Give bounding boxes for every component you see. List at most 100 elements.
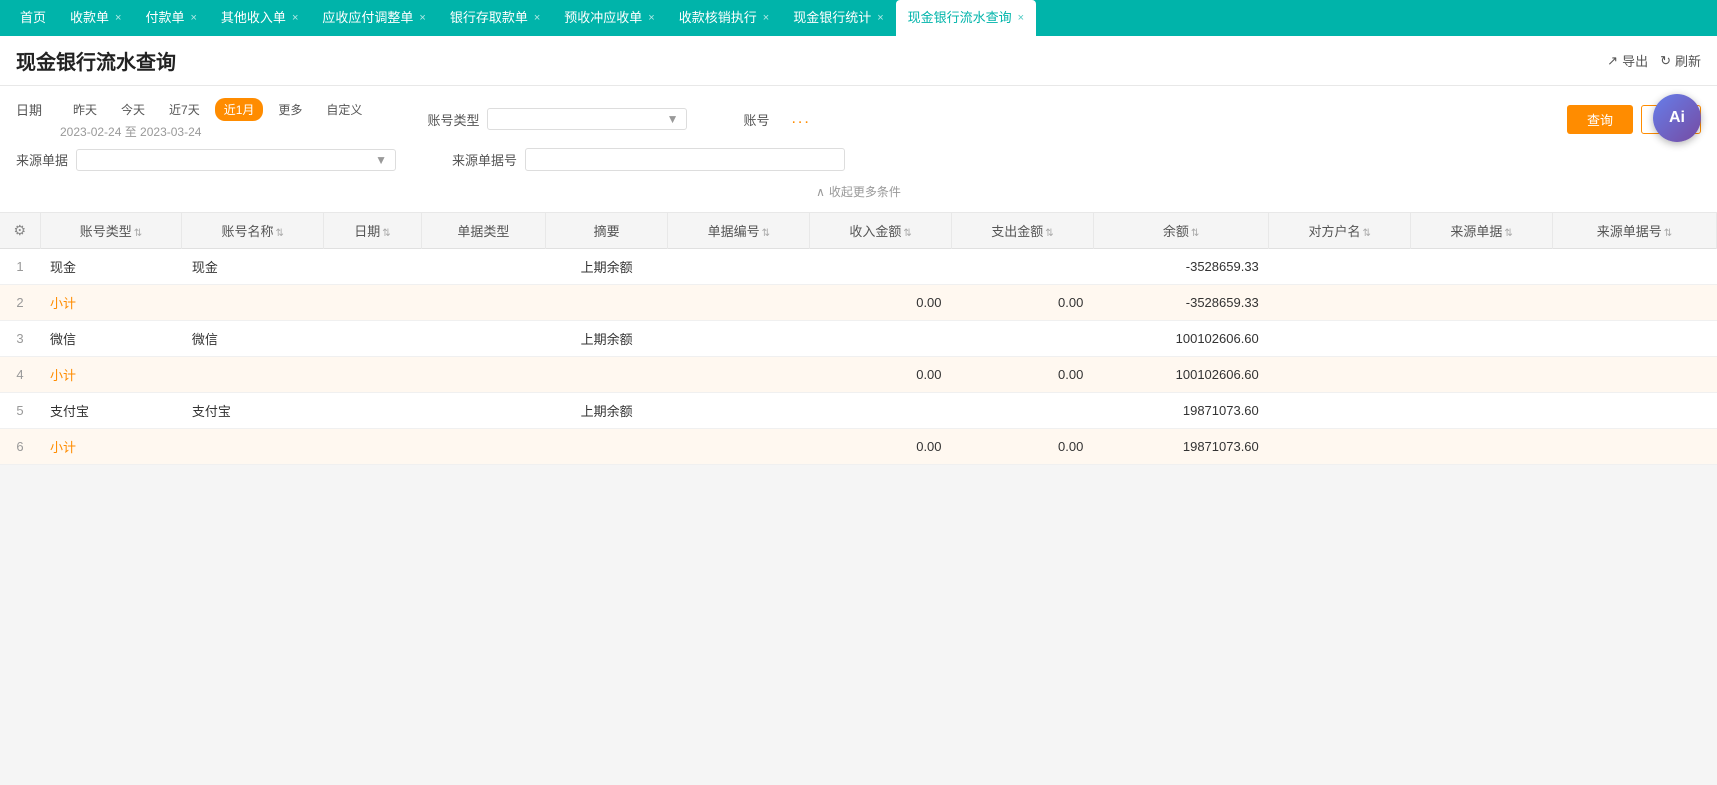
cell-num: 4: [0, 357, 40, 393]
sort-income-icon[interactable]: ⇅: [903, 228, 911, 239]
close-advance-collect-icon[interactable]: ×: [648, 0, 654, 36]
cell-balance: 19871073.60: [1093, 393, 1268, 429]
cell-doc-type: [421, 321, 545, 357]
cell-income: [810, 393, 952, 429]
cell-date: [324, 321, 422, 357]
cell-income: [810, 249, 952, 285]
nav-receipt[interactable]: 收款单 ×: [58, 0, 133, 36]
cell-source-doc-no: [1552, 393, 1716, 429]
nav-other-income[interactable]: 其他收入单 ×: [209, 0, 310, 36]
cell-summary: 上期余额: [545, 249, 667, 285]
ai-assistant-button[interactable]: Ai: [1653, 94, 1701, 142]
sort-doc-no-icon[interactable]: ⇅: [762, 228, 770, 239]
cell-date: [324, 357, 422, 393]
table-row: 2小计0.000.00-3528659.33: [0, 285, 1717, 321]
cell-account-name: 微信: [182, 321, 324, 357]
cell-account-type: 微信: [40, 321, 182, 357]
sort-expense-icon[interactable]: ⇅: [1045, 228, 1053, 239]
cell-balance: 100102606.60: [1093, 321, 1268, 357]
th-source-doc-no: 来源单据号⇅: [1552, 213, 1716, 249]
cell-source-doc: [1411, 321, 1553, 357]
cell-expense: [952, 321, 1094, 357]
th-income: 收入金额⇅: [810, 213, 952, 249]
cell-counterparty: [1269, 249, 1411, 285]
header-actions: ↗ 导出 ↻ 刷新: [1607, 51, 1701, 70]
cell-source-doc-no: [1552, 249, 1716, 285]
sort-source-doc-icon[interactable]: ⇅: [1504, 228, 1512, 239]
cell-account-type: 小计: [40, 285, 182, 321]
nav-cash-bank-flow[interactable]: 现金银行流水查询 ×: [896, 0, 1036, 36]
nav-cash-bank-stats[interactable]: 现金银行统计 ×: [781, 0, 895, 36]
table-row: 4小计0.000.00100102606.60: [0, 357, 1717, 393]
cell-date: [324, 393, 422, 429]
nav-bank-deposit[interactable]: 银行存取款单 ×: [438, 0, 552, 36]
query-button[interactable]: 查询: [1567, 105, 1633, 134]
cell-income: 0.00: [810, 357, 952, 393]
sort-account-type-icon[interactable]: ⇅: [134, 228, 142, 239]
date-options: 昨天 今天 近7天 近1月 更多 自定义: [64, 98, 371, 121]
cell-account-name: [182, 357, 324, 393]
cell-source-doc: [1411, 285, 1553, 321]
table-settings-icon[interactable]: ⚙: [13, 222, 26, 238]
th-date: 日期⇅: [324, 213, 422, 249]
account-type-label: 账号类型: [427, 110, 479, 129]
source-doc-chevron-icon: ▼: [375, 153, 387, 167]
cell-source-doc-no: [1552, 429, 1716, 465]
data-table: ⚙ 账号类型⇅ 账号名称⇅ 日期⇅ 单据类型 摘要 单据编号⇅: [0, 213, 1717, 465]
refresh-button[interactable]: ↻ 刷新: [1660, 51, 1701, 70]
date-custom[interactable]: 自定义: [317, 98, 371, 121]
th-doc-no: 单据编号⇅: [668, 213, 810, 249]
close-receipt-icon[interactable]: ×: [115, 0, 121, 36]
date-range-display: 2023-02-24 至 2023-03-24: [60, 123, 201, 140]
close-other-income-icon[interactable]: ×: [292, 0, 298, 36]
cell-account-type: 支付宝: [40, 393, 182, 429]
top-navigation: 首页 收款单 × 付款单 × 其他收入单 × 应收应付调整单 × 银行存取款单 …: [0, 0, 1717, 36]
cell-balance: 19871073.60: [1093, 429, 1268, 465]
export-button[interactable]: ↗ 导出: [1607, 51, 1648, 70]
date-filter-label: 日期: [16, 100, 56, 119]
date-7days[interactable]: 近7天: [160, 98, 209, 121]
sort-balance-icon[interactable]: ⇅: [1191, 228, 1199, 239]
cell-summary: 上期余额: [545, 321, 667, 357]
cell-num: 1: [0, 249, 40, 285]
cell-doc-type: [421, 393, 545, 429]
cell-source-doc-no: [1552, 357, 1716, 393]
close-cash-bank-flow-icon[interactable]: ×: [1018, 0, 1024, 36]
date-more[interactable]: 更多: [269, 98, 311, 121]
close-collect-exec-icon[interactable]: ×: [763, 0, 769, 36]
cell-counterparty: [1269, 429, 1411, 465]
date-1month[interactable]: 近1月: [215, 98, 264, 121]
source-doc-select[interactable]: ▼: [76, 149, 396, 171]
sort-date-icon[interactable]: ⇅: [382, 228, 390, 239]
cell-expense: [952, 393, 1094, 429]
refresh-icon: ↻: [1660, 53, 1671, 69]
table-body: 1现金现金上期余额-3528659.332小计0.000.00-3528659.…: [0, 249, 1717, 465]
cell-doc-no: [668, 285, 810, 321]
sort-counterparty-icon[interactable]: ⇅: [1363, 228, 1371, 239]
close-bank-deposit-icon[interactable]: ×: [534, 0, 540, 36]
filter-row-source: 来源单据 ▼ 来源单据号: [16, 148, 1701, 171]
date-today[interactable]: 今天: [112, 98, 154, 121]
close-payment-icon[interactable]: ×: [190, 0, 196, 36]
nav-advance-collect[interactable]: 预收冲应收单 ×: [552, 0, 666, 36]
cell-account-name: [182, 429, 324, 465]
account-type-select[interactable]: ▼: [487, 108, 687, 130]
account-ellipsis-button[interactable]: ...: [791, 110, 810, 128]
close-cash-bank-stats-icon[interactable]: ×: [877, 0, 883, 36]
nav-adjustment[interactable]: 应收应付调整单 ×: [310, 0, 437, 36]
sort-source-doc-no-icon[interactable]: ⇅: [1664, 228, 1672, 239]
cell-num: 2: [0, 285, 40, 321]
cell-source-doc-no: [1552, 321, 1716, 357]
cell-income: 0.00: [810, 285, 952, 321]
cell-source-doc: [1411, 393, 1553, 429]
nav-home[interactable]: 首页: [8, 0, 58, 36]
date-yesterday[interactable]: 昨天: [64, 98, 106, 121]
nav-payment[interactable]: 付款单 ×: [133, 0, 208, 36]
sort-account-name-icon[interactable]: ⇅: [276, 228, 284, 239]
cell-doc-no: [668, 249, 810, 285]
source-doc-no-input[interactable]: [534, 152, 836, 167]
collapse-bar[interactable]: ∧ 收起更多条件: [16, 179, 1701, 204]
nav-collect-exec[interactable]: 收款核销执行 ×: [667, 0, 781, 36]
close-adjustment-icon[interactable]: ×: [419, 0, 425, 36]
th-doc-type: 单据类型: [421, 213, 545, 249]
